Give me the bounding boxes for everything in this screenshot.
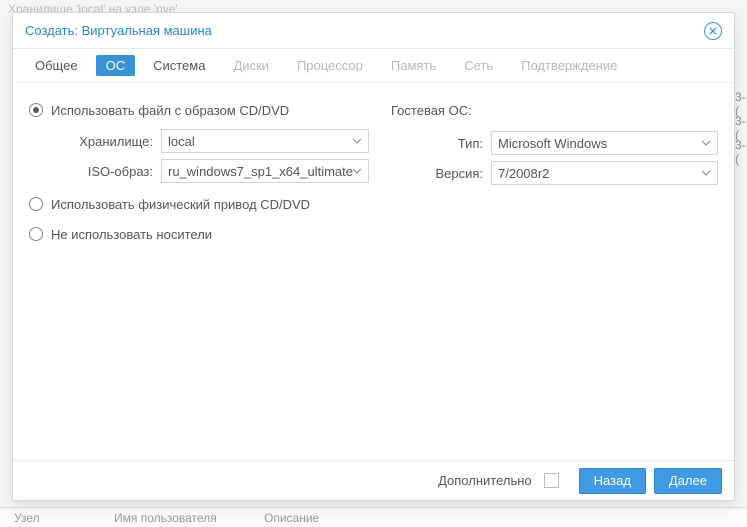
- background-footer: Узел Имя пользователя Описание: [0, 507, 747, 527]
- advanced-label: Дополнительно: [438, 473, 532, 488]
- tab-network: Сеть: [454, 55, 503, 76]
- chevron-down-icon: [701, 138, 711, 148]
- background-right-fragment: 3-( 3-( 3-(: [735, 90, 747, 162]
- chevron-down-icon: [352, 166, 362, 176]
- radio-icon: [29, 197, 43, 211]
- storage-label: Хранилище:: [29, 134, 161, 149]
- os-type-combo[interactable]: Microsoft Windows: [491, 131, 718, 155]
- radio-no-media[interactable]: Не использовать носители: [29, 221, 369, 247]
- wizard-tabs: Общее ОС Система Диски Процессор Память …: [13, 49, 734, 83]
- close-button[interactable]: [704, 22, 722, 40]
- os-type-value: Microsoft Windows: [498, 136, 607, 151]
- guest-os-title: Гостевая ОС:: [391, 97, 718, 123]
- guest-os-column: Гостевая ОС: Тип: Microsoft Windows Верс…: [391, 97, 718, 450]
- os-version-row: Версия: 7/2008r2: [391, 159, 718, 187]
- tab-general[interactable]: Общее: [25, 55, 88, 76]
- radio-icon: [29, 103, 43, 117]
- next-button[interactable]: Далее: [654, 468, 722, 494]
- tab-cpu: Процессор: [287, 55, 373, 76]
- radio-use-iso[interactable]: Использовать файл с образом CD/DVD: [29, 97, 369, 123]
- close-icon: [709, 27, 717, 35]
- tab-confirm: Подтверждение: [511, 55, 627, 76]
- tab-memory: Память: [381, 55, 446, 76]
- radio-label: Использовать физический привод CD/DVD: [51, 197, 310, 212]
- os-version-value: 7/2008r2: [498, 166, 549, 181]
- os-version-label: Версия:: [391, 166, 491, 181]
- iso-row: ISO-образ: ru_windows7_sp1_x64_ultimate: [29, 157, 369, 185]
- os-type-label: Тип:: [391, 136, 491, 151]
- media-column: Использовать файл с образом CD/DVD Храни…: [29, 97, 369, 450]
- chevron-down-icon: [701, 168, 711, 178]
- tab-system[interactable]: Система: [143, 55, 215, 76]
- iso-label: ISO-образ:: [29, 164, 161, 179]
- chevron-down-icon: [352, 136, 362, 146]
- back-button[interactable]: Назад: [579, 468, 646, 494]
- advanced-checkbox[interactable]: [544, 473, 559, 488]
- create-vm-dialog: Создать: Виртуальная машина Общее ОС Сис…: [12, 12, 735, 501]
- storage-value: local: [168, 134, 195, 149]
- dialog-title: Создать: Виртуальная машина: [25, 23, 212, 38]
- radio-label: Не использовать носители: [51, 227, 212, 242]
- dialog-body: Использовать файл с образом CD/DVD Храни…: [13, 83, 734, 460]
- storage-row: Хранилище: local: [29, 127, 369, 155]
- radio-label: Использовать файл с образом CD/DVD: [51, 103, 289, 118]
- dialog-titlebar: Создать: Виртуальная машина: [13, 13, 734, 49]
- storage-combo[interactable]: local: [161, 129, 369, 153]
- radio-icon: [29, 227, 43, 241]
- os-version-combo[interactable]: 7/2008r2: [491, 161, 718, 185]
- os-type-row: Тип: Microsoft Windows: [391, 129, 718, 157]
- dialog-footer: Дополнительно Назад Далее: [13, 460, 734, 500]
- iso-combo[interactable]: ru_windows7_sp1_x64_ultimate: [161, 159, 369, 183]
- tab-disks: Диски: [223, 55, 279, 76]
- tab-os[interactable]: ОС: [96, 55, 136, 76]
- radio-use-physical[interactable]: Использовать физический привод CD/DVD: [29, 191, 369, 217]
- iso-value: ru_windows7_sp1_x64_ultimate: [168, 164, 353, 179]
